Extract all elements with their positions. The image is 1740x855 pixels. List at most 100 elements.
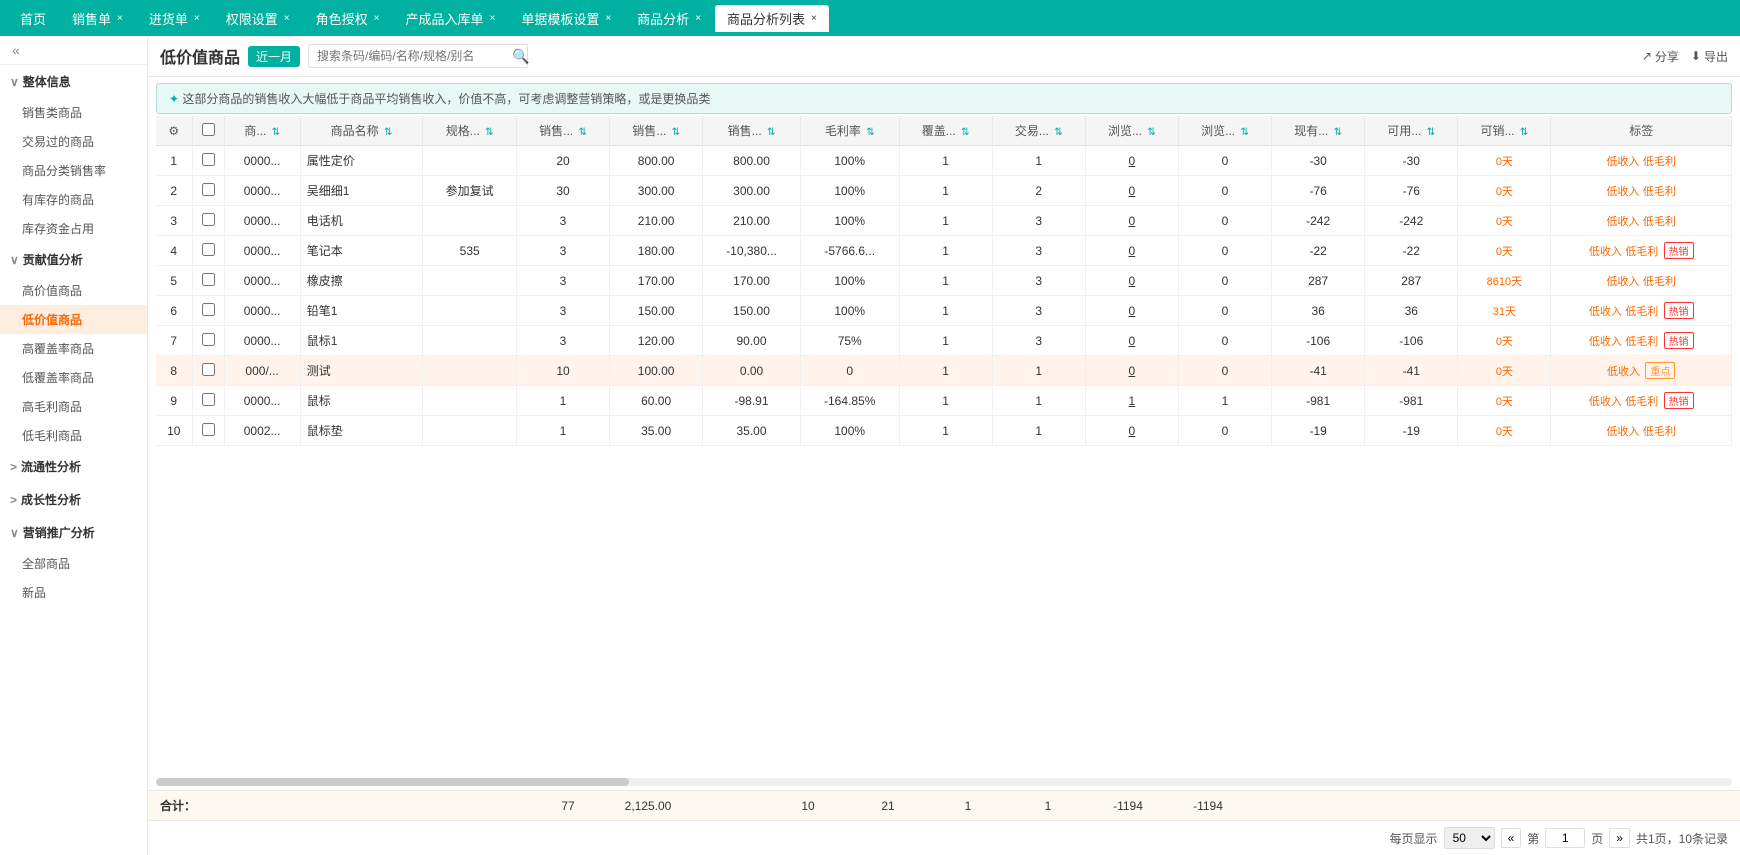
- close-icon[interactable]: ×: [811, 13, 817, 24]
- td-check: [192, 266, 224, 296]
- browse-link[interactable]: 0: [1129, 184, 1136, 198]
- nav-analysis-list[interactable]: 商品分析列表 ×: [715, 5, 829, 32]
- browse-link[interactable]: 0: [1129, 334, 1136, 348]
- sidebar-group-growth[interactable]: >成长性分析: [0, 483, 147, 516]
- row-checkbox[interactable]: [202, 303, 215, 316]
- th-qty1[interactable]: 销售... ⇅: [516, 116, 609, 146]
- nav-home[interactable]: 首页: [8, 5, 58, 32]
- scrollbar-thumb[interactable]: [156, 778, 629, 786]
- th-trade[interactable]: 交易... ⇅: [992, 116, 1085, 146]
- th-days[interactable]: 可销... ⇅: [1458, 116, 1551, 146]
- row-checkbox[interactable]: [202, 393, 215, 406]
- th-browse2[interactable]: 浏览... ⇅: [1178, 116, 1271, 146]
- td-check: [192, 416, 224, 446]
- nav-permissions[interactable]: 权限设置 ×: [214, 5, 302, 32]
- td-cov: 1: [899, 236, 992, 266]
- row-checkbox[interactable]: [202, 333, 215, 346]
- tag-label: 低收入: [1607, 366, 1640, 378]
- th-stock1[interactable]: 现有... ⇅: [1272, 116, 1365, 146]
- td-qty1: 3: [516, 236, 609, 266]
- sidebar-item-low-value[interactable]: 低价值商品: [0, 305, 147, 334]
- sidebar-item-high-coverage[interactable]: 高覆盖率商品: [0, 334, 147, 363]
- th-coverage[interactable]: 覆盖... ⇅: [899, 116, 992, 146]
- close-icon[interactable]: ×: [605, 13, 611, 24]
- close-icon[interactable]: ×: [695, 13, 701, 24]
- sidebar-collapse-btn[interactable]: «: [8, 42, 24, 58]
- close-icon[interactable]: ×: [284, 13, 290, 24]
- td-qty3: 300.00: [703, 176, 801, 206]
- close-icon[interactable]: ×: [117, 13, 123, 24]
- td-qty1: 3: [516, 206, 609, 236]
- export-button[interactable]: ⬇ 导出: [1691, 48, 1728, 65]
- browse-link[interactable]: 0: [1129, 424, 1136, 438]
- search-input[interactable]: [308, 44, 528, 68]
- nav-template[interactable]: 单据模板设置 ×: [509, 5, 623, 32]
- th-browse1[interactable]: 浏览... ⇅: [1085, 116, 1178, 146]
- sidebar-item-high-value[interactable]: 高价值商品: [0, 276, 147, 305]
- tag-hot: 热销: [1664, 332, 1694, 349]
- search-icon[interactable]: 🔍: [512, 48, 529, 65]
- sidebar-item-low-margin[interactable]: 低毛利商品: [0, 421, 147, 450]
- td-code: 0000...: [224, 266, 300, 296]
- select-all-checkbox[interactable]: [202, 123, 215, 136]
- sidebar-item-stock-capital[interactable]: 库存资金占用: [0, 214, 147, 243]
- row-checkbox[interactable]: [202, 183, 215, 196]
- sidebar-item-new-goods[interactable]: 新品: [0, 578, 147, 607]
- sidebar-item-high-margin[interactable]: 高毛利商品: [0, 392, 147, 421]
- td-spec: 参加复试: [423, 176, 517, 206]
- nav-purchase[interactable]: 进货单 ×: [137, 5, 212, 32]
- row-checkbox[interactable]: [202, 273, 215, 286]
- td-qty1: 20: [516, 146, 609, 176]
- per-page-select[interactable]: 50 100: [1444, 827, 1495, 849]
- table-row: 4 0000... 笔记本 535 3 180.00 -10,380... -5…: [156, 236, 1732, 266]
- sidebar-group-circulation[interactable]: >流通性分析: [0, 450, 147, 483]
- nav-roles[interactable]: 角色授权 ×: [304, 5, 392, 32]
- th-name[interactable]: 商品名称 ⇅: [300, 116, 423, 146]
- th-qty2[interactable]: 销售... ⇅: [610, 116, 703, 146]
- row-checkbox[interactable]: [202, 423, 215, 436]
- sidebar-group-overall[interactable]: ∨整体信息: [0, 65, 147, 98]
- browse-link[interactable]: 0: [1129, 304, 1136, 318]
- date-badge[interactable]: 近一月: [248, 46, 300, 67]
- nav-inventory[interactable]: 产成品入库单 ×: [393, 5, 507, 32]
- th-margin[interactable]: 毛利率 ⇅: [800, 116, 899, 146]
- sidebar-item-stocked-goods[interactable]: 有库存的商品: [0, 185, 147, 214]
- sidebar-item-category-sales[interactable]: 商品分类销售率: [0, 156, 147, 185]
- th-stock2[interactable]: 可用... ⇅: [1365, 116, 1458, 146]
- nav-analysis[interactable]: 商品分析 ×: [625, 5, 713, 32]
- td-name: 电话机: [300, 206, 423, 236]
- th-settings[interactable]: ⚙: [156, 116, 192, 146]
- td-days: 0天: [1458, 326, 1551, 356]
- sidebar-item-sales-goods[interactable]: 销售类商品: [0, 98, 147, 127]
- sidebar-group-contribution[interactable]: ∨贡献值分析: [0, 243, 147, 276]
- browse-link[interactable]: 0: [1129, 274, 1136, 288]
- header-right: ↗ 分享 ⬇ 导出: [1642, 48, 1728, 65]
- th-spec[interactable]: 规格... ⇅: [423, 116, 517, 146]
- sidebar-item-traded-goods[interactable]: 交易过的商品: [0, 127, 147, 156]
- close-icon[interactable]: ×: [374, 13, 380, 24]
- th-code[interactable]: 商... ⇅: [224, 116, 300, 146]
- first-page-btn[interactable]: «: [1501, 828, 1522, 848]
- sidebar-item-low-coverage[interactable]: 低覆盖率商品: [0, 363, 147, 392]
- sidebar-item-all-goods[interactable]: 全部商品: [0, 549, 147, 578]
- browse-link[interactable]: 0: [1129, 244, 1136, 258]
- table-scrollbar[interactable]: [156, 778, 1732, 786]
- row-checkbox[interactable]: [202, 363, 215, 376]
- close-icon[interactable]: ×: [194, 13, 200, 24]
- share-button[interactable]: ↗ 分享: [1642, 48, 1679, 65]
- browse-link[interactable]: 1: [1129, 394, 1136, 408]
- td-browse1: 0: [1085, 356, 1178, 386]
- td-days: 0天: [1458, 176, 1551, 206]
- nav-sales[interactable]: 销售单 ×: [60, 5, 135, 32]
- browse-link[interactable]: 0: [1129, 154, 1136, 168]
- sidebar-group-marketing[interactable]: ∨营销推广分析: [0, 516, 147, 549]
- th-qty3[interactable]: 销售... ⇅: [703, 116, 801, 146]
- page-number-input[interactable]: [1545, 828, 1585, 848]
- row-checkbox[interactable]: [202, 243, 215, 256]
- browse-link[interactable]: 0: [1129, 214, 1136, 228]
- close-icon[interactable]: ×: [489, 13, 495, 24]
- row-checkbox[interactable]: [202, 153, 215, 166]
- row-checkbox[interactable]: [202, 213, 215, 226]
- next-page-btn[interactable]: »: [1609, 828, 1630, 848]
- browse-link[interactable]: 0: [1129, 364, 1136, 378]
